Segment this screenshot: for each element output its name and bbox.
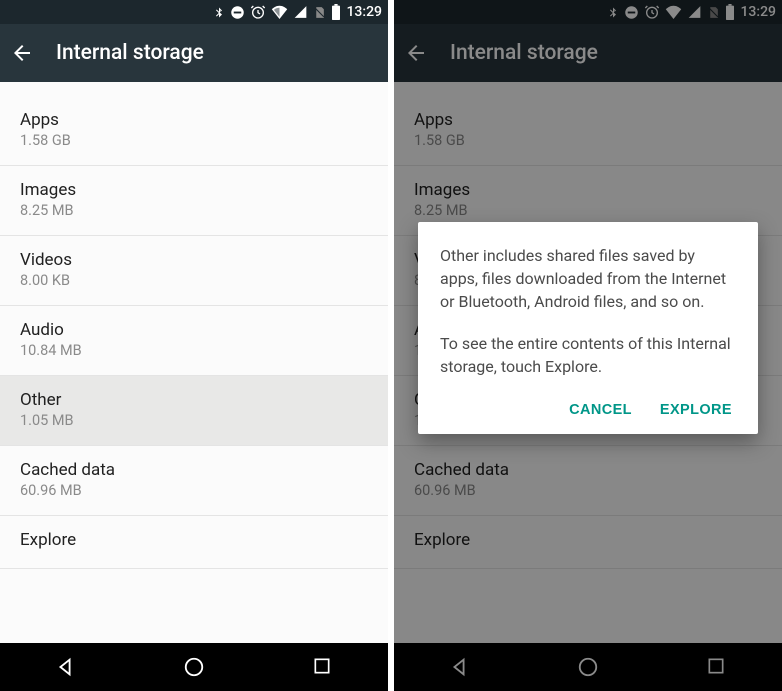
row-sub: 8.00 KB	[20, 272, 368, 289]
row-images[interactable]: Images 8.25 MB	[0, 166, 388, 236]
dialog-text-1: Other includes shared files saved by app…	[440, 244, 736, 314]
row-title: Videos	[20, 250, 368, 270]
phone-right: 13:29 Internal storage Apps1.58 GB Image…	[394, 0, 782, 691]
phone-left: 13:29 Internal storage Apps 1.58 GB Image…	[0, 0, 388, 691]
alarm-icon	[250, 4, 266, 20]
bluetooth-icon	[213, 5, 225, 20]
nav-home-icon[interactable]	[183, 656, 205, 678]
navbar	[0, 643, 388, 691]
row-title: Apps	[20, 110, 368, 130]
explore-button[interactable]: EXPLORE	[660, 402, 732, 418]
row-sub: 8.25 MB	[20, 202, 368, 219]
row-sub: 60.96 MB	[20, 482, 368, 499]
cancel-button[interactable]: CANCEL	[569, 402, 632, 418]
dnd-icon	[230, 5, 245, 20]
row-cached[interactable]: Cached data 60.96 MB	[0, 446, 388, 516]
row-title: Images	[20, 180, 368, 200]
signal-icon	[293, 5, 308, 19]
row-title: Cached data	[20, 460, 368, 480]
battery-icon	[331, 4, 341, 20]
row-title: Explore	[20, 530, 368, 550]
wifi-icon	[271, 5, 288, 19]
other-info-dialog: Other includes shared files saved by app…	[418, 222, 758, 434]
nav-back-icon[interactable]	[54, 656, 76, 678]
clock-text: 13:29	[346, 4, 382, 20]
app-bar: Internal storage	[0, 24, 388, 82]
row-apps[interactable]: Apps 1.58 GB	[0, 96, 388, 166]
row-sub: 10.84 MB	[20, 342, 368, 359]
storage-list: Apps1.58 GB Images8.25 MB Videos8.00 KB …	[0, 82, 388, 643]
row-title: Other	[20, 390, 368, 410]
row-title: Audio	[20, 320, 368, 340]
page-title: Internal storage	[56, 41, 204, 65]
row-sub: 1.05 MB	[20, 412, 368, 429]
row-videos[interactable]: Videos 8.00 KB	[0, 236, 388, 306]
row-sub: 1.58 GB	[20, 132, 368, 149]
row-other[interactable]: Other 1.05 MB	[0, 376, 388, 446]
dialog-text-2: To see the entire contents of this Inter…	[440, 332, 736, 378]
row-audio[interactable]: Audio 10.84 MB	[0, 306, 388, 376]
no-sim-icon	[313, 5, 326, 20]
dialog-actions: CANCEL EXPLORE	[440, 396, 736, 424]
row-explore[interactable]: Explore	[0, 516, 388, 569]
back-icon[interactable]	[10, 41, 34, 65]
status-bar: 13:29	[0, 0, 388, 24]
nav-recent-icon[interactable]	[312, 656, 334, 678]
